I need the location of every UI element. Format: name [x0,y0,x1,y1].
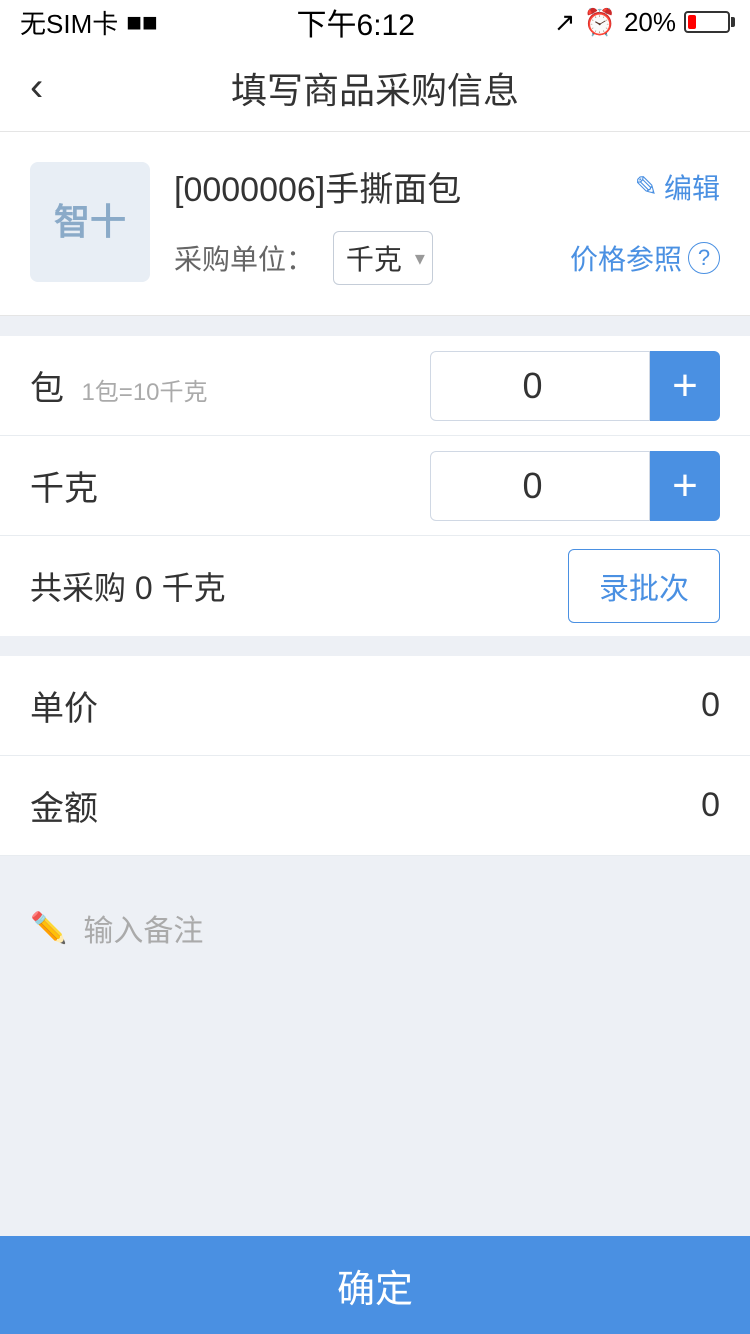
status-bar-left: 无SIM卡 ■■ [20,4,158,41]
alarm-icon: ⏰ [584,7,616,38]
amount-label: 金额 [30,781,98,830]
status-bar-right: ↗ ⏰ 20% [554,7,730,38]
bag-label: 包 [30,370,64,408]
product-card: 智十 [0000006]手撕面包 ✎ 编辑 采购单位： 千克 ▾ 价格参照 ? [0,132,750,316]
location-icon: ↗ [554,7,576,38]
remark-placeholder: 输入备注 [83,906,203,950]
unit-select[interactable]: 千克 [333,231,433,285]
kg-plus-button[interactable]: + [650,451,720,521]
batch-button[interactable]: 录批次 [568,549,720,623]
product-unit-row: 采购单位： 千克 ▾ 价格参照 ? [174,231,720,285]
bag-sub-label: 1包=10千克 [81,379,207,406]
amount-row: 金额 0 [0,756,750,856]
edit-icon: ✎ [635,170,658,203]
total-label: 共采购 0 千克 [30,563,226,609]
bag-label-group: 包 1包=10千克 [30,361,430,410]
kg-input[interactable] [430,451,650,521]
price-section: 单价 0 金额 0 [0,656,750,856]
unit-price-value: 0 [701,686,720,725]
total-row: 共采购 0 千克 录批次 [0,536,750,636]
unit-price-row: 单价 0 [0,656,750,756]
confirm-button-label: 确定 [337,1258,413,1313]
amount-value: 0 [701,786,720,825]
battery-label: 20% [624,7,676,38]
product-full-name: [0000006]手撕面包 [174,162,461,211]
unit-select-wrap[interactable]: 千克 ▾ [333,231,433,285]
section-divider-1 [0,316,750,336]
unit-label-wrap: 采购单位： 千克 ▾ [174,231,433,285]
price-ref-label: 价格参照 [570,238,682,278]
carrier-label: 无SIM卡 [20,4,118,41]
status-bar: 无SIM卡 ■■ 下午6:12 ↗ ⏰ 20% [0,0,750,44]
kg-label: 千克 [30,461,430,510]
bag-plus-button[interactable]: + [650,351,720,421]
unit-label: 采购单位： [174,244,314,275]
back-button[interactable]: ‹ [30,65,43,110]
bottom-spacer [0,980,750,1280]
total-amount: 0 [135,570,153,606]
product-thumbnail: 智十 [30,162,150,282]
product-info: [0000006]手撕面包 ✎ 编辑 采购单位： 千克 ▾ 价格参照 ? [174,162,720,285]
wifi-icon: ■■ [126,7,157,38]
total-prefix: 共采购 [30,570,126,606]
bag-input[interactable] [430,351,650,421]
input-section: 包 1包=10千克 + 千克 + [0,336,750,536]
confirm-button[interactable]: 确定 [0,1236,750,1334]
price-reference-button[interactable]: 价格参照 ? [570,238,720,278]
unit-price-label: 单价 [30,681,98,730]
time-label: 下午6:12 [297,0,415,44]
bag-input-row: 包 1包=10千克 + [0,336,750,436]
kg-input-wrap: + [430,451,720,521]
nav-bar: ‹ 填写商品采购信息 [0,44,750,132]
bag-input-wrap: + [430,351,720,421]
product-name-row: [0000006]手撕面包 ✎ 编辑 [174,162,720,211]
remark-section[interactable]: ✏️ 输入备注 [0,876,750,980]
section-divider-3 [0,856,750,876]
pencil-icon: ✏️ [30,911,67,946]
section-divider-2 [0,636,750,656]
kg-input-row: 千克 + [0,436,750,536]
battery-icon [684,11,730,33]
product-logo: 智十 [54,204,126,240]
help-icon: ? [688,242,720,274]
page-title: 填写商品采购信息 [231,62,519,114]
total-unit: 千克 [162,570,226,606]
edit-button[interactable]: ✎ 编辑 [635,167,720,207]
